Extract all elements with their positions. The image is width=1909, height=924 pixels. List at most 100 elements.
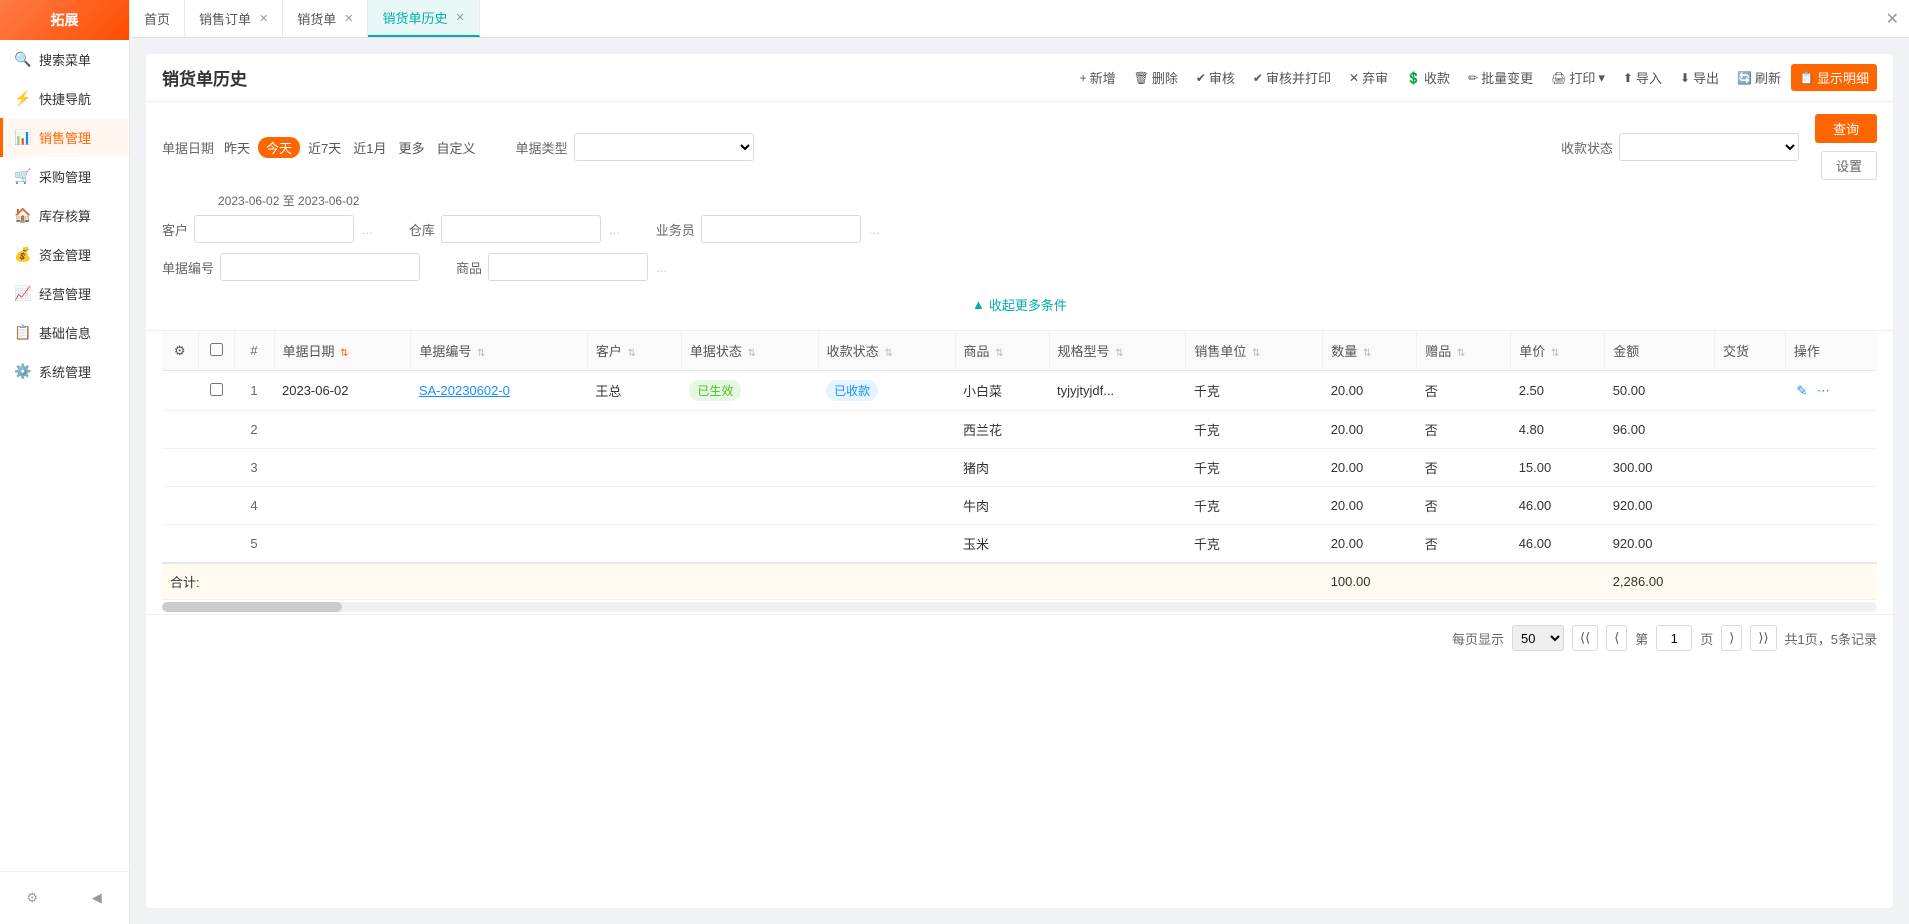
row1-checkbox[interactable] [210,383,223,396]
filter-docno-input[interactable] [220,253,420,281]
print-button[interactable]: 🖨 打印 ▾ [1543,64,1613,91]
row1-more-btn[interactable]: ⋯ [1814,383,1833,399]
col-customer[interactable]: 客户 ⇅ [587,331,681,371]
delete-button[interactable]: 🗑 删除 [1126,64,1186,91]
last-page-btn[interactable]: ⟩⟩ [1750,625,1776,651]
show-detail-button[interactable]: 📋 显示明细 [1791,64,1877,91]
filter-warehouse-input[interactable] [441,215,601,243]
tab-sales-order[interactable]: 销售订单 ✕ [185,0,283,37]
row2-goods: 西兰花 [955,411,1049,449]
filter-customer-input[interactable] [194,215,354,243]
filter-staff-item: 业务员 ... [656,215,880,243]
next-page-btn[interactable]: ⟩ [1721,625,1742,651]
date-shortcut-custom[interactable]: 自定义 [433,137,480,158]
export-button[interactable]: ⬇ 导出 [1672,64,1727,91]
main-area: 首页 销售订单 ✕ 销货单 ✕ 销货单历史 ✕ ✕ 销货单历史 + 新增 [130,0,1909,924]
filter-status-select[interactable] [1619,133,1799,161]
row2-doc-status [681,411,818,449]
filter-type-label: 单据类型 [516,138,568,157]
sidebar-item-operation[interactable]: 📈 经营管理 [0,274,129,313]
audit-button[interactable]: ✔ 审核 [1188,64,1243,91]
sidebar-item-basic-info[interactable]: 📋 基础信息 [0,313,129,352]
query-button[interactable]: 查询 [1815,114,1877,143]
per-page-select[interactable]: 50 20 100 [1512,625,1564,651]
tab-sales-history[interactable]: 销货单历史 ✕ [368,0,479,37]
tab-sales-goods-label: 销货单 [297,9,336,28]
footer-empty [274,563,1323,600]
row1-unit: 千克 [1186,371,1323,411]
abandon-button[interactable]: ✕ 弃审 [1341,64,1396,91]
sales-mgmt-icon: 📊 [15,130,31,146]
collect-button[interactable]: 💲 收款 [1398,64,1458,91]
date-shortcut-yesterday[interactable]: 昨天 [220,137,254,158]
sidebar-item-search-menu[interactable]: 🔍 搜索菜单 [0,40,129,79]
first-page-btn[interactable]: ⟨⟨ [1572,625,1598,651]
col-gift[interactable]: 赠品 ⇅ [1417,331,1511,371]
date-shortcut-1month[interactable]: 近1月 [349,137,390,158]
tab-bar-close[interactable]: ✕ [1886,9,1909,29]
sidebar-logo: 拓展 [0,0,129,40]
filter-row-1: 单据日期 昨天 今天 近7天 近1月 更多 自定义 单据类型 [162,114,1877,180]
batch-change-button[interactable]: ✏ 批量变更 [1460,64,1541,91]
tab-home[interactable]: 首页 [130,0,185,37]
filter-customer-item: 客户 ... [162,215,373,243]
show-detail-icon: 📋 [1799,71,1814,85]
col-docno[interactable]: 单据编号 ⇅ [411,331,587,371]
col-qty[interactable]: 数量 ⇅ [1323,331,1417,371]
page-number-input[interactable] [1656,625,1692,651]
footer-label: 合计: [162,563,274,600]
tab-sales-history-close[interactable]: ✕ [456,11,465,24]
filter-warehouse-item: 仓库 ... [409,215,620,243]
select-all-checkbox[interactable] [210,343,223,356]
tab-sales-goods-close[interactable]: ✕ [344,12,353,25]
sidebar: 拓展 🔍 搜索菜单 ⚡ 快捷导航 📊 销售管理 🛒 采购管理 🏠 库存核算 💰 … [0,0,130,924]
customer-ellipsis[interactable]: ... [362,222,373,237]
row1-edit-btn[interactable]: ✎ [1793,383,1810,399]
col-unit[interactable]: 销售单位 ⇅ [1186,331,1323,371]
row1-docno-link[interactable]: SA-20230602-0 [419,383,510,398]
refresh-button[interactable]: 🔄 刷新 [1729,64,1789,91]
col-price[interactable]: 单价 ⇅ [1511,331,1605,371]
per-page-label: 每页显示 [1452,629,1504,648]
filter-collapse-toggle[interactable]: ▲ 收起更多条件 [162,291,1877,318]
filter-staff-input[interactable] [701,215,861,243]
sidebar-item-finance[interactable]: 💰 资金管理 [0,235,129,274]
settings-button[interactable]: 设置 [1821,151,1877,180]
row2-date [274,411,411,449]
date-shortcut-more[interactable]: 更多 [395,137,429,158]
row1-action: ✎ ⋯ [1785,371,1877,411]
col-collect-status[interactable]: 收款状态 ⇅ [818,331,955,371]
row1-qty: 20.00 [1323,371,1417,411]
col-goods[interactable]: 商品 ⇅ [955,331,1049,371]
date-shortcut-today[interactable]: 今天 [258,137,300,158]
horizontal-scrollbar[interactable] [162,602,1877,612]
audit-print-button[interactable]: ✔ 审核并打印 [1245,64,1339,91]
staff-ellipsis[interactable]: ... [869,222,880,237]
warehouse-ellipsis[interactable]: ... [609,222,620,237]
sidebar-collapse-btn[interactable]: ◀ [79,880,115,916]
sidebar-settings-btn[interactable]: ⚙ [14,880,50,916]
sidebar-item-system[interactable]: ⚙️ 系统管理 [0,352,129,391]
new-button[interactable]: + 新增 [1072,64,1124,91]
goods-ellipsis[interactable]: ... [656,260,667,275]
sidebar-item-purchase-mgmt[interactable]: 🛒 采购管理 [0,157,129,196]
import-button[interactable]: ⬆ 导入 [1615,64,1670,91]
scroll-bar-thumb[interactable] [162,602,342,612]
sidebar-item-sales-mgmt[interactable]: 📊 销售管理 [0,118,129,157]
row1-docno[interactable]: SA-20230602-0 [411,371,587,411]
col-spec[interactable]: 规格型号 ⇅ [1049,331,1186,371]
sidebar-item-quick-nav[interactable]: ⚡ 快捷导航 [0,79,129,118]
col-doc-status[interactable]: 单据状态 ⇅ [681,331,818,371]
row5-collect-status [818,525,955,564]
filter-goods-input[interactable] [488,253,648,281]
row5-price: 46.00 [1511,525,1605,564]
tab-sales-order-close[interactable]: ✕ [259,12,268,25]
prev-page-btn[interactable]: ⟨ [1606,625,1627,651]
row4-action [1785,487,1877,525]
sidebar-item-inventory[interactable]: 🏠 库存核算 [0,196,129,235]
col-settings[interactable]: ⚙ [162,331,198,371]
filter-type-select[interactable] [574,133,754,161]
tab-sales-goods[interactable]: 销货单 ✕ [283,0,368,37]
col-date[interactable]: 单据日期 ⇅ [274,331,411,371]
date-shortcut-7days[interactable]: 近7天 [304,137,345,158]
